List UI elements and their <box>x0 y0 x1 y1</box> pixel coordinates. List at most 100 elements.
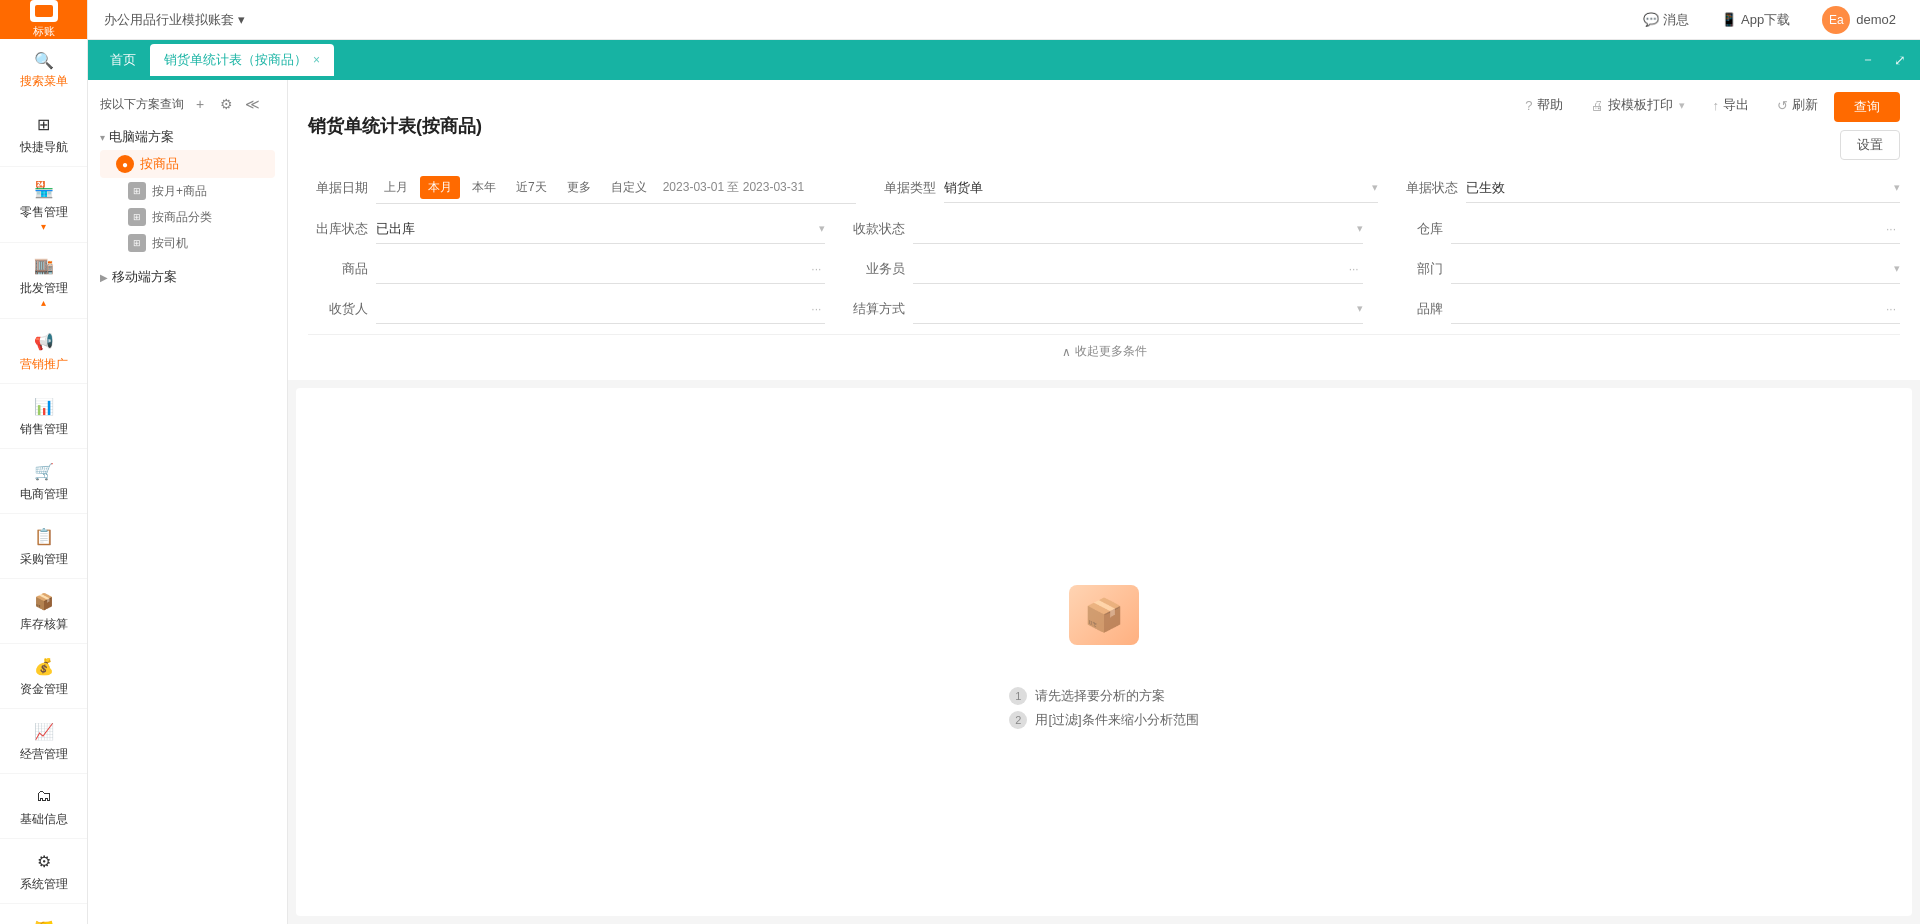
wholesale-arrow: ▴ <box>41 297 46 308</box>
app-logo[interactable]: 标账 <box>0 0 88 39</box>
scheme-item-by-goods[interactable]: ● 按商品 <box>100 150 275 178</box>
sidebar-inventory-label: 库存核算 <box>20 616 68 633</box>
scheme-item-by-driver[interactable]: ⊞ 按司机 <box>100 230 275 256</box>
doc-status-label: 单据状态 <box>1398 179 1466 197</box>
sidebar-item-system[interactable]: ⚙ 系统管理 <box>0 839 87 904</box>
warehouse-field[interactable]: ··· <box>1451 214 1900 244</box>
sidebar-basic-label: 基础信息 <box>20 811 68 828</box>
brand-field[interactable]: ··· <box>1451 294 1900 324</box>
doc-type-field[interactable]: 销货单 ▾ <box>944 173 1378 203</box>
sidebar-item-search[interactable]: 🔍 搜索菜单 <box>0 39 87 102</box>
sidebar-item-marketing[interactable]: 📢 营销推广 <box>0 319 87 384</box>
tab-active[interactable]: 销货单统计表（按商品） × <box>150 44 334 76</box>
tab-minimize-btn[interactable]: － <box>1856 48 1880 72</box>
date-field: 上月 本月 本年 近7天 更多 自定义 2023-03-01 至 2023-03… <box>376 172 856 204</box>
tab-home[interactable]: 首页 <box>96 44 150 76</box>
main-area: 办公用品行业模拟账套 ▾ 💬 消息 📱 App下载 Ea demo2 首页 <box>88 0 1920 924</box>
receiver-label: 收货人 <box>308 300 376 318</box>
date-btn-this-year[interactable]: 本年 <box>464 176 504 199</box>
app-download-label: App下载 <box>1741 11 1790 29</box>
print-btn[interactable]: 🖨 按模板打印 ▾ <box>1583 92 1693 118</box>
sidebar-item-retail[interactable]: 🏪 零售管理 ▾ <box>0 167 87 243</box>
industry-selector[interactable]: 办公用品行业模拟账套 ▾ <box>104 11 245 29</box>
sidebar-item-finance[interactable]: 💰 资金管理 <box>0 644 87 709</box>
scheme-pc-group-label[interactable]: ▾ 电脑端方案 <box>100 124 275 150</box>
sidebar-item-purchase[interactable]: 📋 采购管理 <box>0 514 87 579</box>
department-arrow: ▾ <box>1894 262 1900 275</box>
scheme-month-goods-label: 按月+商品 <box>152 183 207 200</box>
date-btn-last-month[interactable]: 上月 <box>376 176 416 199</box>
minimize-icon: － <box>1861 51 1875 69</box>
export-btn[interactable]: ↑ 导出 <box>1705 92 1758 118</box>
scheme-driver-label: 按司机 <box>152 235 188 252</box>
refresh-icon: ↺ <box>1777 98 1788 113</box>
retail-icon: 🏪 <box>32 177 56 201</box>
query-btn[interactable]: 查询 <box>1834 92 1900 122</box>
sidebar-item-enterprise[interactable]: 🤝 企业协同 <box>0 904 87 924</box>
scheme-settings-btn[interactable]: ⚙ <box>216 94 236 114</box>
warehouse-label: 仓库 <box>1383 220 1451 238</box>
sidebar-item-operation[interactable]: 📈 经营管理 <box>0 709 87 774</box>
tab-active-label: 销货单统计表（按商品） <box>164 51 307 69</box>
sidebar-finance-label: 资金管理 <box>20 681 68 698</box>
refresh-label: 刷新 <box>1792 96 1818 114</box>
payment-status-field[interactable]: ▾ <box>913 214 1362 244</box>
date-range-text: 2023-03-01 至 2023-03-31 <box>663 179 804 196</box>
scheme-mobile-group-label[interactable]: ▶ 移动端方案 <box>100 264 275 290</box>
doc-type-arrow: ▾ <box>1372 181 1378 194</box>
message-btn[interactable]: 💬 消息 <box>1635 7 1697 33</box>
ecommerce-icon: 🛒 <box>32 459 56 483</box>
scheme-panel-title: 按以下方案查询 <box>100 96 184 113</box>
doc-status-field[interactable]: 已生效 ▾ <box>1466 173 1900 203</box>
sidebar-item-basic[interactable]: 🗂 基础信息 <box>0 774 87 839</box>
scheme-item-by-category[interactable]: ⊞ 按商品分类 <box>100 204 275 230</box>
out-status-value: 已出库 <box>376 220 819 238</box>
page-title: 销货单统计表(按商品) <box>308 114 482 138</box>
scheme-goods-label: 按商品 <box>140 155 179 173</box>
empty-illustration <box>1054 575 1154 675</box>
settings-btn[interactable]: 设置 <box>1840 130 1900 160</box>
sidebar-item-quicknav[interactable]: ⊞ 快捷导航 <box>0 102 87 167</box>
scheme-collapse-btn[interactable]: ≪ <box>242 94 262 114</box>
date-btn-7days[interactable]: 近7天 <box>508 176 555 199</box>
sidebar-item-sales[interactable]: 📊 销售管理 <box>0 384 87 449</box>
collapse-bar[interactable]: ∧ 收起更多条件 <box>308 334 1900 368</box>
empty-tips: 1 请先选择要分析的方案 2 用[过滤]条件来缩小分析范围 <box>1009 687 1198 729</box>
salesperson-field[interactable]: ··· <box>913 254 1362 284</box>
tab-maximize-btn[interactable]: ⤢ <box>1888 48 1912 72</box>
page-content: 按以下方案查询 + ⚙ ≪ ▾ 电脑端方案 ● 按商品 <box>88 80 1920 924</box>
tab-close-icon[interactable]: × <box>313 54 320 66</box>
tab-home-label: 首页 <box>110 51 136 69</box>
date-btn-custom[interactable]: 自定义 <box>603 176 655 199</box>
system-icon: ⚙ <box>32 849 56 873</box>
tip-num-1: 1 <box>1009 687 1027 705</box>
sidebar-item-wholesale[interactable]: 🏬 批发管理 ▴ <box>0 243 87 319</box>
maximize-icon: ⤢ <box>1894 52 1906 68</box>
sidebar-marketing-label: 营销推广 <box>20 356 68 373</box>
refresh-btn[interactable]: ↺ 刷新 <box>1769 92 1826 118</box>
out-status-field[interactable]: 已出库 ▾ <box>376 214 825 244</box>
settlement-field[interactable]: ▾ <box>913 294 1362 324</box>
sales-icon: 📊 <box>32 394 56 418</box>
date-btn-this-month[interactable]: 本月 <box>420 176 460 199</box>
date-btn-more[interactable]: 更多 <box>559 176 599 199</box>
sidebar-item-ecommerce[interactable]: 🛒 电商管理 <box>0 449 87 514</box>
category-icon: ⊞ <box>128 208 146 226</box>
pc-group-arrow: ▾ <box>100 132 105 143</box>
department-field[interactable]: ▾ <box>1451 254 1900 284</box>
app-download-btn[interactable]: 📱 App下载 <box>1713 7 1798 33</box>
mobile-group-arrow: ▶ <box>100 272 108 283</box>
user-menu[interactable]: Ea demo2 <box>1814 2 1904 38</box>
page-title-row: 销货单统计表(按商品) ? 帮助 🖨 按模板打印 ▾ <box>308 92 1900 160</box>
goods-field[interactable]: ··· <box>376 254 825 284</box>
scheme-add-btn[interactable]: + <box>190 94 210 114</box>
empty-tip-2-text: 用[过滤]条件来缩小分析范围 <box>1035 711 1198 729</box>
sidebar-item-inventory[interactable]: 📦 库存核算 <box>0 579 87 644</box>
logo-icon <box>30 0 58 22</box>
collapse-label: 收起更多条件 <box>1075 343 1147 360</box>
page-actions-area: ? 帮助 🖨 按模板打印 ▾ ↑ 导出 <box>1517 92 1900 160</box>
scheme-item-by-month-goods[interactable]: ⊞ 按月+商品 <box>100 178 275 204</box>
help-btn[interactable]: ? 帮助 <box>1517 92 1570 118</box>
help-icon: ? <box>1525 98 1532 113</box>
receiver-field[interactable]: ··· <box>376 294 825 324</box>
